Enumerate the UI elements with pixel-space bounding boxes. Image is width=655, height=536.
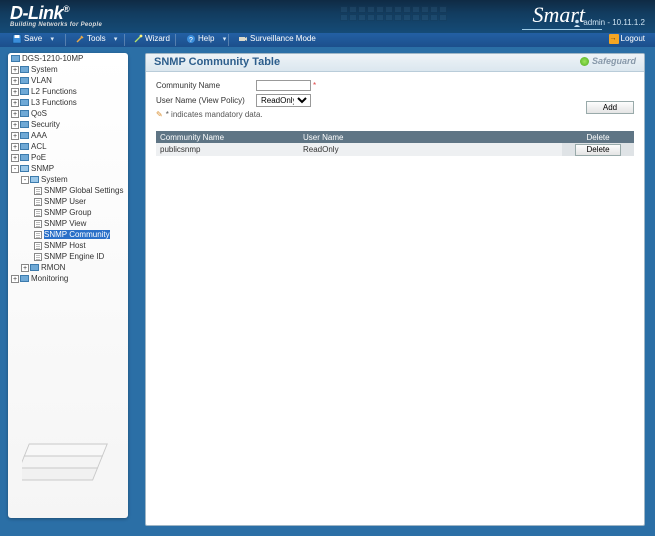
- expand-icon[interactable]: +: [11, 132, 19, 140]
- tree-snmp-global[interactable]: SNMP Global Settings: [8, 185, 128, 196]
- nav-tree: DGS-1210-10MP +System +VLAN +L2 Function…: [8, 53, 128, 518]
- content-panel: SNMP Community Table Safeguard Community…: [145, 53, 645, 526]
- page-icon: [34, 242, 42, 250]
- help-menu[interactable]: ?Help: [186, 34, 226, 44]
- tree-system[interactable]: +System: [8, 64, 128, 75]
- main-area: DGS-1210-10MP +System +VLAN +L2 Function…: [0, 47, 655, 536]
- tree-acl[interactable]: +ACL: [8, 141, 128, 152]
- page-icon: [34, 209, 42, 217]
- expand-icon[interactable]: +: [11, 143, 19, 151]
- help-icon: ?: [186, 34, 196, 44]
- tree-vlan[interactable]: +VLAN: [8, 75, 128, 86]
- table-header-row: Community Name User Name Delete: [156, 131, 634, 143]
- tools-menu[interactable]: Tools: [75, 34, 117, 44]
- add-button[interactable]: Add: [586, 101, 634, 114]
- tree-snmp[interactable]: -SNMP: [8, 163, 128, 174]
- delete-button[interactable]: Delete: [575, 144, 621, 156]
- cell-community: publicsnmp: [156, 143, 299, 156]
- collapse-icon[interactable]: -: [21, 176, 29, 184]
- port-illustration: [340, 6, 500, 26]
- panel-title-bar: SNMP Community Table Safeguard: [146, 54, 644, 72]
- tree-aaa[interactable]: +AAA: [8, 130, 128, 141]
- tree-device[interactable]: DGS-1210-10MP: [8, 53, 128, 64]
- tree-l2[interactable]: +L2 Functions: [8, 86, 128, 97]
- expand-icon[interactable]: +: [11, 99, 19, 107]
- tree-monitoring[interactable]: +Monitoring: [8, 273, 128, 284]
- col-user: User Name: [299, 131, 562, 143]
- logout-icon: [609, 34, 619, 44]
- table-row: publicsnmp ReadOnly Delete: [156, 143, 634, 156]
- tree-snmp-community[interactable]: SNMP Community: [8, 229, 128, 240]
- tree-l3[interactable]: +L3 Functions: [8, 97, 128, 108]
- tree-snmp-group[interactable]: SNMP Group: [8, 207, 128, 218]
- camera-icon: [238, 34, 248, 44]
- expand-icon[interactable]: +: [11, 77, 19, 85]
- save-menu[interactable]: Save: [12, 34, 54, 44]
- panel-title: SNMP Community Table: [154, 56, 280, 68]
- brand-logo: D-Link®: [10, 3, 69, 24]
- tools-icon: [75, 34, 85, 44]
- tree-poe[interactable]: +PoE: [8, 152, 128, 163]
- safeguard-icon: [580, 57, 589, 66]
- tree-qos[interactable]: +QoS: [8, 108, 128, 119]
- save-icon: [12, 34, 22, 44]
- community-table: Community Name User Name Delete publicsn…: [156, 131, 634, 156]
- tree-snmp-engine[interactable]: SNMP Engine ID: [8, 251, 128, 262]
- wizard-button[interactable]: Wizard: [133, 34, 170, 44]
- admin-info: admin - 10.11.1.2: [573, 18, 645, 27]
- page-icon: [34, 220, 42, 228]
- expand-icon[interactable]: +: [11, 110, 19, 118]
- tree-snmp-system[interactable]: -System: [8, 174, 128, 185]
- safeguard-badge: Safeguard: [580, 56, 636, 66]
- collapse-icon[interactable]: -: [11, 165, 19, 173]
- tree-snmp-host[interactable]: SNMP Host: [8, 240, 128, 251]
- header: D-Link® Building Networks for People Sma…: [0, 0, 655, 33]
- expand-icon[interactable]: +: [11, 121, 19, 129]
- page-icon: [34, 253, 42, 261]
- expand-icon[interactable]: +: [21, 264, 29, 272]
- col-community: Community Name: [156, 131, 299, 143]
- cell-user: ReadOnly: [299, 143, 562, 156]
- device-icon: [11, 55, 20, 62]
- tree-security[interactable]: +Security: [8, 119, 128, 130]
- brand-name: D-Link: [10, 3, 63, 23]
- expand-icon[interactable]: +: [11, 66, 19, 74]
- surveillance-mode-button[interactable]: Surveillance Mode: [238, 34, 316, 44]
- page-icon: [34, 187, 42, 195]
- svg-text:?: ?: [189, 37, 193, 44]
- expand-icon[interactable]: +: [11, 275, 19, 283]
- device-image: [22, 440, 122, 488]
- col-delete: Delete: [562, 131, 634, 143]
- wizard-icon: [133, 34, 143, 44]
- toolbar: Save Tools Wizard ?Help Surveillance Mod…: [0, 33, 655, 47]
- expand-icon[interactable]: +: [11, 88, 19, 96]
- page-icon: [34, 231, 42, 239]
- panel-body: Community Name * User Name (View Policy)…: [146, 72, 644, 164]
- tree-snmp-user[interactable]: SNMP User: [8, 196, 128, 207]
- brand-tagline: Building Networks for People: [10, 22, 102, 28]
- logout-button[interactable]: Logout: [609, 34, 645, 44]
- tree-rmon[interactable]: +RMON: [8, 262, 128, 273]
- page-icon: [34, 198, 42, 206]
- expand-icon[interactable]: +: [11, 154, 19, 162]
- user-icon: [573, 19, 581, 27]
- tree-snmp-view[interactable]: SNMP View: [8, 218, 128, 229]
